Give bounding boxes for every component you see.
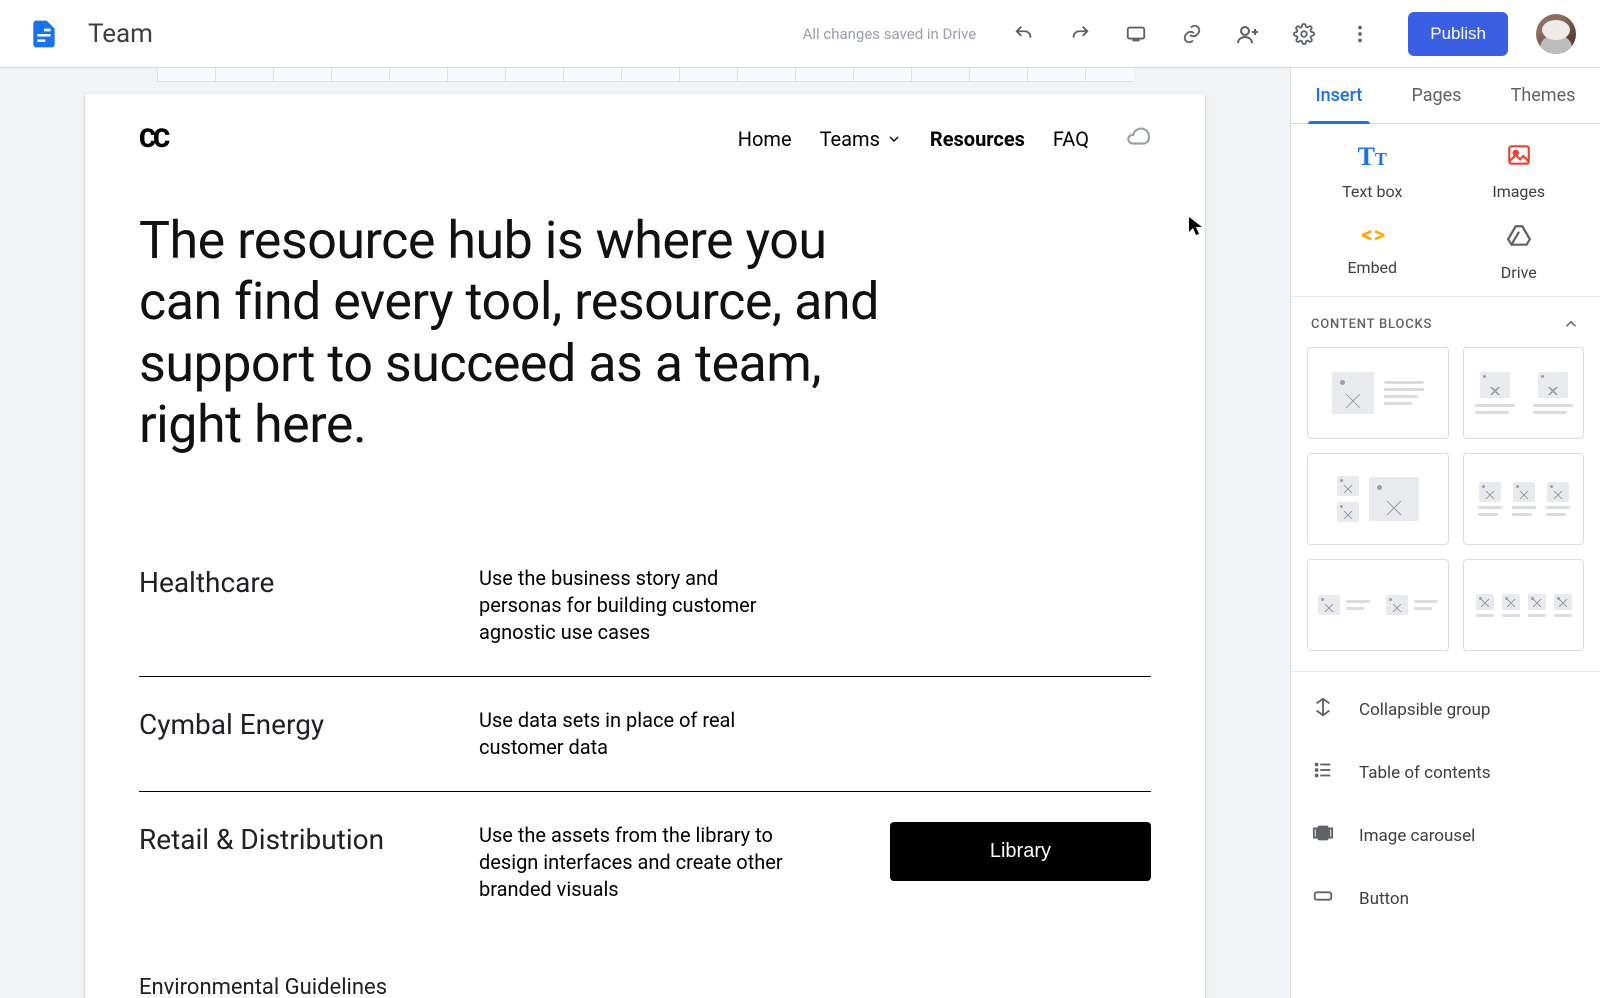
toc-icon (1311, 759, 1335, 786)
section-label-text: CONTENT BLOCKS (1311, 317, 1432, 332)
insert-label: Images (1492, 182, 1545, 201)
settings-button[interactable] (1284, 14, 1324, 54)
content-block-2[interactable] (1463, 347, 1584, 439)
insert-drive[interactable]: Drive (1446, 223, 1593, 282)
content-block-4[interactable] (1463, 453, 1584, 545)
carousel-icon (1311, 822, 1335, 849)
embed-icon: < > (1361, 223, 1383, 248)
insert-collapsible-group[interactable]: Collapsible group (1291, 678, 1600, 741)
images-icon (1506, 142, 1532, 172)
row-description: Use data sets in place of real customer … (479, 707, 789, 761)
right-panel: Insert Pages Themes TT Text box Images <… (1290, 68, 1600, 998)
insert-button-element[interactable]: Button (1291, 867, 1600, 930)
chevron-down-icon (886, 131, 902, 147)
site-logo[interactable]: CC (139, 124, 167, 154)
button-icon (1311, 885, 1335, 912)
nav-link-teams-label: Teams (820, 127, 880, 151)
share-button[interactable] (1228, 14, 1268, 54)
extra-label: Button (1359, 889, 1409, 909)
hero-heading[interactable]: The resource hub is where you can find e… (139, 210, 899, 455)
preview-button[interactable] (1116, 14, 1156, 54)
content-block-6[interactable] (1463, 559, 1584, 651)
insert-label: Embed (1347, 258, 1397, 277)
collapsible-group-icon (1311, 696, 1335, 723)
publish-button[interactable]: Publish (1408, 12, 1508, 56)
extra-label: Table of contents (1359, 763, 1490, 783)
content-block-3[interactable] (1307, 453, 1449, 545)
resource-row-retail[interactable]: Retail & Distribution Use the assets fro… (139, 792, 1151, 933)
textbox-icon: TT (1358, 142, 1387, 172)
content-block-5[interactable] (1307, 559, 1449, 651)
row-description: Use the business story and personas for … (479, 565, 789, 646)
extra-label: Collapsible group (1359, 700, 1490, 720)
nav-link-faq[interactable]: FAQ (1053, 127, 1089, 151)
row-description: Use the assets from the library to desig… (479, 822, 789, 903)
nav-link-teams[interactable]: Teams (820, 127, 902, 151)
resource-row-energy[interactable]: Cymbal Energy Use data sets in place of … (139, 677, 1151, 792)
chevron-up-icon (1562, 315, 1580, 333)
content-blocks-header[interactable]: CONTENT BLOCKS (1291, 296, 1600, 347)
nav-link-resources[interactable]: Resources (930, 127, 1025, 151)
editor-canvas-area[interactable]: CC Home Teams Resources FAQ The resource… (0, 68, 1290, 998)
sites-app-icon[interactable] (24, 14, 64, 54)
tab-pages[interactable]: Pages (1403, 68, 1469, 123)
insert-label: Drive (1501, 263, 1537, 282)
nav-link-home[interactable]: Home (738, 127, 792, 151)
tab-insert[interactable]: Insert (1308, 68, 1371, 123)
account-avatar[interactable] (1536, 14, 1576, 54)
tab-themes[interactable]: Themes (1503, 68, 1584, 123)
undo-button[interactable] (1004, 14, 1044, 54)
row-title: Cymbal Energy (139, 707, 479, 742)
insert-image-carousel[interactable]: Image carousel (1291, 804, 1600, 867)
resource-row-healthcare[interactable]: Healthcare Use the business story and pe… (139, 565, 1151, 677)
page-canvas[interactable]: CC Home Teams Resources FAQ The resource… (85, 94, 1205, 998)
cursor-icon (1189, 217, 1203, 235)
content-blocks-grid (1291, 347, 1600, 671)
content-block-1[interactable] (1307, 347, 1449, 439)
environmental-guidelines-heading[interactable]: Environmental Guidelines (139, 975, 1151, 998)
insert-label: Text box (1342, 182, 1402, 201)
library-button[interactable]: Library (890, 822, 1151, 881)
insert-textbox[interactable]: TT Text box (1299, 142, 1446, 201)
insert-extras: Collapsible group Table of contents Imag… (1291, 671, 1600, 936)
ruler[interactable] (157, 68, 1134, 82)
row-title: Retail & Distribution (139, 822, 479, 857)
extra-label: Image carousel (1359, 826, 1475, 846)
site-nav: CC Home Teams Resources FAQ (139, 124, 1151, 154)
row-title: Healthcare (139, 565, 479, 600)
save-status: All changes saved in Drive (803, 25, 977, 43)
cloud-status-icon (1125, 124, 1151, 154)
panel-tabs: Insert Pages Themes (1291, 68, 1600, 124)
copy-link-button[interactable] (1172, 14, 1212, 54)
drive-icon (1506, 223, 1532, 253)
document-title[interactable]: Team (88, 19, 153, 49)
app-header: Team All changes saved in Drive Publish (0, 0, 1600, 68)
more-menu-button[interactable] (1340, 14, 1380, 54)
redo-button[interactable] (1060, 14, 1100, 54)
insert-images[interactable]: Images (1446, 142, 1593, 201)
insert-embed[interactable]: < > Embed (1299, 223, 1446, 282)
insert-toc[interactable]: Table of contents (1291, 741, 1600, 804)
